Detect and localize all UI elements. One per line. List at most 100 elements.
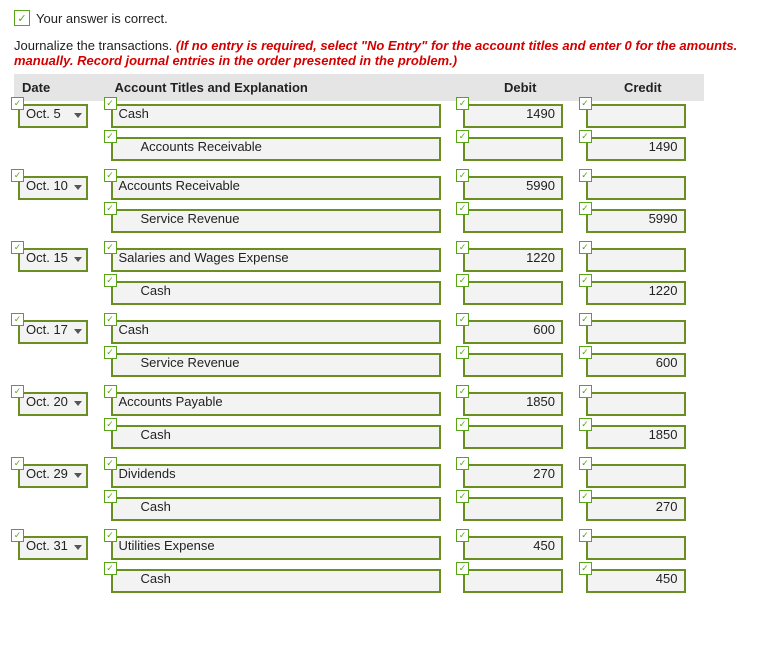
amount-wrap[interactable]: ✓ 1220	[586, 281, 686, 305]
amount-wrap[interactable]: ✓ 1490	[586, 137, 686, 161]
date-select[interactable]: Oct. 17	[18, 320, 88, 344]
date-select[interactable]: Oct. 29	[18, 464, 88, 488]
amount-wrap[interactable]: ✓ 5990	[586, 209, 686, 233]
account-title-wrap[interactable]: ✓ Cash	[111, 281, 441, 305]
amount-wrap[interactable]: ✓ 5990	[463, 176, 563, 200]
amount-wrap[interactable]: ✓	[586, 176, 686, 203]
date-select[interactable]: Oct. 15	[18, 248, 88, 272]
account-title-input[interactable]: Accounts Receivable	[111, 176, 441, 200]
amount-input[interactable]: 1220	[586, 281, 686, 305]
amount-wrap[interactable]: ✓	[463, 281, 563, 308]
amount-wrap[interactable]: ✓	[463, 569, 563, 596]
date-select-wrap[interactable]: ✓ Oct. 31	[18, 536, 88, 560]
amount-wrap[interactable]: ✓	[463, 353, 563, 380]
amount-input[interactable]: 450	[586, 569, 686, 593]
account-title-wrap[interactable]: ✓ Utilities Expense	[111, 536, 441, 560]
amount-input[interactable]: 1850	[463, 392, 563, 416]
amount-input[interactable]	[463, 353, 563, 377]
amount-wrap[interactable]: ✓ 1490	[463, 104, 563, 128]
account-title-input[interactable]: Cash	[111, 425, 441, 449]
amount-input[interactable]	[586, 464, 686, 488]
amount-wrap[interactable]: ✓ 450	[586, 569, 686, 593]
date-select-wrap[interactable]: ✓ Oct. 20	[18, 392, 88, 416]
amount-input[interactable]	[586, 392, 686, 416]
amount-wrap[interactable]: ✓ 270	[586, 497, 686, 521]
amount-input[interactable]	[463, 209, 563, 233]
account-title-wrap[interactable]: ✓ Cash	[111, 569, 441, 593]
account-title-wrap[interactable]: ✓ Cash	[111, 320, 441, 344]
amount-input[interactable]	[586, 104, 686, 128]
account-title-wrap[interactable]: ✓ Service Revenue	[111, 353, 441, 377]
amount-input[interactable]	[586, 536, 686, 560]
account-title-input[interactable]: Utilities Expense	[111, 536, 441, 560]
amount-input[interactable]: 1220	[463, 248, 563, 272]
check-icon: ✓	[456, 562, 469, 575]
amount-wrap[interactable]: ✓	[463, 425, 563, 452]
account-title-input[interactable]: Cash	[111, 569, 441, 593]
date-select[interactable]: Oct. 5	[18, 104, 88, 128]
amount-input[interactable]: 1490	[586, 137, 686, 161]
account-title-input[interactable]: Cash	[111, 104, 441, 128]
amount-wrap[interactable]: ✓ 270	[463, 464, 563, 488]
account-title-wrap[interactable]: ✓ Cash	[111, 104, 441, 128]
account-title-wrap[interactable]: ✓ Accounts Receivable	[111, 137, 441, 161]
amount-input[interactable]	[463, 497, 563, 521]
date-select[interactable]: Oct. 31	[18, 536, 88, 560]
account-title-wrap[interactable]: ✓ Accounts Receivable	[111, 176, 441, 200]
amount-wrap[interactable]: ✓	[586, 248, 686, 275]
amount-wrap[interactable]: ✓	[586, 320, 686, 347]
account-title-input[interactable]: Cash	[111, 497, 441, 521]
amount-input[interactable]: 1850	[586, 425, 686, 449]
amount-wrap[interactable]: ✓	[463, 497, 563, 524]
amount-wrap[interactable]: ✓	[586, 464, 686, 491]
amount-wrap[interactable]: ✓	[586, 536, 686, 563]
amount-input[interactable]: 270	[586, 497, 686, 521]
amount-input[interactable]	[586, 248, 686, 272]
account-title-wrap[interactable]: ✓ Service Revenue	[111, 209, 441, 233]
amount-input[interactable]	[463, 137, 563, 161]
account-title-input[interactable]: Accounts Receivable	[111, 137, 441, 161]
account-title-input[interactable]: Accounts Payable	[111, 392, 441, 416]
amount-wrap[interactable]: ✓ 1220	[463, 248, 563, 272]
date-select-wrap[interactable]: ✓ Oct. 15	[18, 248, 88, 272]
date-select[interactable]: Oct. 20	[18, 392, 88, 416]
date-select-wrap[interactable]: ✓ Oct. 5	[18, 104, 88, 128]
account-title-wrap[interactable]: ✓ Cash	[111, 425, 441, 449]
date-select[interactable]: Oct. 10	[18, 176, 88, 200]
date-select-wrap[interactable]: ✓ Oct. 17	[18, 320, 88, 344]
amount-input[interactable]: 5990	[463, 176, 563, 200]
amount-wrap[interactable]: ✓	[463, 209, 563, 236]
amount-input[interactable]	[586, 176, 686, 200]
amount-input[interactable]	[463, 425, 563, 449]
amount-wrap[interactable]: ✓	[586, 104, 686, 131]
amount-wrap[interactable]: ✓ 450	[463, 536, 563, 560]
amount-wrap[interactable]: ✓	[463, 137, 563, 164]
amount-wrap[interactable]: ✓	[586, 392, 686, 419]
amount-input[interactable]: 450	[463, 536, 563, 560]
amount-input[interactable]: 5990	[586, 209, 686, 233]
instructions-red-1: (If no entry is required, select "No Ent…	[176, 38, 737, 53]
account-title-input[interactable]: Cash	[111, 320, 441, 344]
account-title-wrap[interactable]: ✓ Dividends	[111, 464, 441, 488]
account-title-wrap[interactable]: ✓ Accounts Payable	[111, 392, 441, 416]
account-title-input[interactable]: Salaries and Wages Expense	[111, 248, 441, 272]
account-title-input[interactable]: Service Revenue	[111, 353, 441, 377]
amount-input[interactable]: 1490	[463, 104, 563, 128]
account-title-input[interactable]: Service Revenue	[111, 209, 441, 233]
amount-input[interactable]: 270	[463, 464, 563, 488]
account-title-wrap[interactable]: ✓ Cash	[111, 497, 441, 521]
date-select-wrap[interactable]: ✓ Oct. 29	[18, 464, 88, 488]
amount-input[interactable]: 600	[586, 353, 686, 377]
amount-input[interactable]	[463, 281, 563, 305]
amount-wrap[interactable]: ✓ 600	[463, 320, 563, 344]
account-title-input[interactable]: Dividends	[111, 464, 441, 488]
account-title-input[interactable]: Cash	[111, 281, 441, 305]
amount-input[interactable]: 600	[463, 320, 563, 344]
date-select-wrap[interactable]: ✓ Oct. 10	[18, 176, 88, 200]
amount-wrap[interactable]: ✓ 1850	[463, 392, 563, 416]
amount-input[interactable]	[463, 569, 563, 593]
amount-wrap[interactable]: ✓ 1850	[586, 425, 686, 449]
amount-input[interactable]	[586, 320, 686, 344]
amount-wrap[interactable]: ✓ 600	[586, 353, 686, 377]
account-title-wrap[interactable]: ✓ Salaries and Wages Expense	[111, 248, 441, 272]
